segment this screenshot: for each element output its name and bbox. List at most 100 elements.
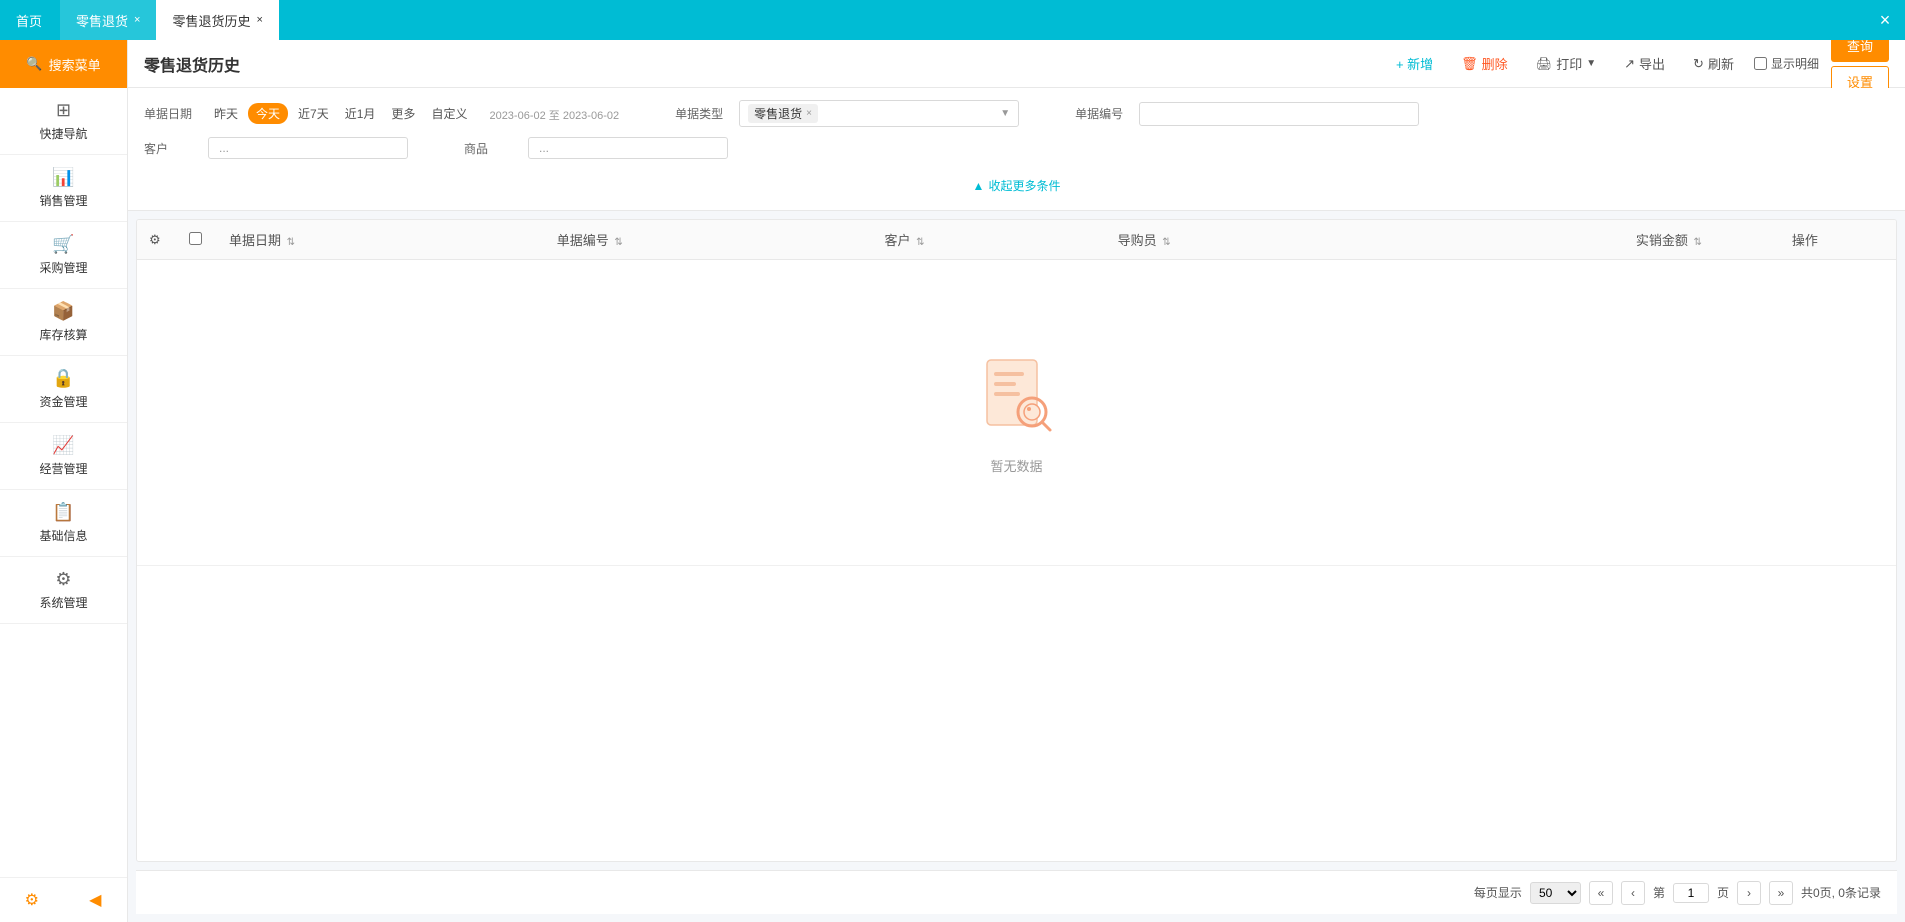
collapse-label: 收起更多条件 [988, 177, 1060, 194]
amount-sort-icon: ⇅ [1693, 237, 1701, 248]
collapse-icon: ▲ [973, 179, 985, 193]
doc-no-input[interactable] [1139, 102, 1419, 126]
show-detail-checkbox[interactable] [1754, 57, 1767, 70]
tab-home-label: 首页 [16, 11, 42, 30]
customer-label: 客户 [144, 140, 192, 157]
sidebar-item-operations[interactable]: 📈 经营管理 [0, 423, 127, 490]
sidebar-item-finance[interactable]: 🔒 资金管理 [0, 356, 127, 423]
sidebar-item-quick-nav[interactable]: ⊞ 快捷导航 [0, 88, 127, 155]
empty-state-icon [972, 350, 1062, 440]
sidebar-item-sales-label: 销售管理 [39, 192, 87, 209]
sidebar-item-basic-info-label: 基础信息 [39, 527, 87, 544]
doc-type-label: 单据类型 [675, 105, 723, 122]
sidebar-item-system-label: 系统管理 [39, 594, 87, 611]
guide-sort-icon: ⇅ [1162, 237, 1170, 248]
date-btn-yesterday[interactable]: 昨天 [208, 103, 244, 124]
page-size-select[interactable]: 50 100 200 [1530, 882, 1581, 904]
th-doc-no[interactable]: 单据编号 ⇅ [545, 220, 873, 260]
data-table: ⚙ 单据日期 ⇅ 单据编号 ⇅ [137, 220, 1896, 566]
next-page-button[interactable]: › [1737, 881, 1761, 905]
empty-state-cell: 暂无数据 [137, 260, 1896, 566]
sidebar-item-inventory[interactable]: 📦 库存核算 [0, 289, 127, 356]
settings-gear-icon: ⚙ [149, 232, 161, 247]
quick-nav-icon: ⊞ [56, 100, 71, 121]
sales-icon: 📊 [52, 167, 74, 188]
sidebar-item-purchase-label: 采购管理 [39, 259, 87, 276]
prev-page-button[interactable]: ‹ [1621, 881, 1645, 905]
collapse-row: ▲ 收起更多条件 [144, 169, 1889, 198]
date-range-buttons: 昨天 今天 近7天 近1月 更多 自定义 [208, 103, 473, 124]
sidebar-settings-button[interactable]: ⚙ [0, 878, 64, 922]
tab-retail-return-history-close[interactable]: × [256, 14, 262, 26]
th-doc-date[interactable]: 单据日期 ⇅ [217, 220, 545, 260]
add-button[interactable]: + 新增 [1388, 50, 1441, 77]
doc-type-select[interactable]: 零售退货 × ▼ [739, 100, 1019, 127]
finance-icon: 🔒 [52, 368, 74, 389]
sidebar-item-basic-info[interactable]: 📋 基础信息 [0, 490, 127, 557]
sidebar-item-inventory-label: 库存核算 [39, 326, 87, 343]
th-customer[interactable]: 客户 ⇅ [873, 220, 1106, 260]
customer-select-button[interactable]: ... [208, 137, 408, 159]
th-settings[interactable]: ⚙ [137, 220, 177, 260]
window-close-button[interactable]: × [1865, 0, 1905, 40]
tab-retail-return[interactable]: 零售退货 × [60, 0, 156, 40]
tab-retail-return-history-label: 零售退货历史 [172, 11, 250, 30]
system-icon: ⚙ [55, 569, 71, 590]
date-btn-7days[interactable]: 近7天 [292, 103, 335, 124]
tab-retail-return-history[interactable]: 零售退货历史 × [156, 0, 278, 40]
table-area: ⚙ 单据日期 ⇅ 单据编号 ⇅ [136, 219, 1897, 862]
page-title: 零售退货历史 [144, 52, 1388, 76]
tab-retail-return-label: 零售退货 [76, 11, 128, 30]
export-icon: ↗ [1624, 56, 1635, 72]
basic-info-icon: 📋 [52, 502, 74, 523]
tab-retail-return-close[interactable]: × [134, 14, 140, 26]
customer-placeholder: ... [219, 141, 229, 155]
sidebar-collapse-button[interactable]: ◀ [64, 878, 128, 922]
select-all-checkbox[interactable] [189, 232, 202, 245]
delete-button[interactable]: 🗑 删除 [1453, 50, 1516, 77]
show-detail-label: 显示明细 [1771, 55, 1819, 72]
export-button[interactable]: ↗ 导出 [1616, 50, 1673, 77]
sidebar-item-operations-label: 经营管理 [39, 460, 87, 477]
doc-type-tag: 零售退货 × [748, 104, 818, 123]
th-guide[interactable]: 导购员 ⇅ [1106, 220, 1386, 260]
date-btn-more[interactable]: 更多 [385, 103, 421, 124]
sidebar-bottom: ⚙ ◀ [0, 877, 127, 922]
customer-sort-icon: ⇅ [916, 237, 924, 248]
tab-home[interactable]: 首页 [0, 0, 58, 40]
sidebar-item-system-mgmt[interactable]: ⚙ 系统管理 [0, 557, 127, 624]
last-page-button[interactable]: » [1769, 881, 1793, 905]
print-button[interactable]: 🖨 打印 ▼ [1528, 50, 1604, 77]
print-dropdown-icon: ▼ [1586, 58, 1596, 69]
search-icon: 🔍 [26, 56, 42, 72]
sidebar-item-finance-label: 资金管理 [39, 393, 87, 410]
table-header-row: ⚙ 单据日期 ⇅ 单据编号 ⇅ [137, 220, 1896, 260]
date-btn-1month[interactable]: 近1月 [339, 103, 382, 124]
sidebar-item-sales-mgmt[interactable]: 📊 销售管理 [0, 155, 127, 222]
date-btn-custom[interactable]: 自定义 [425, 103, 473, 124]
collapse-button[interactable]: ▲ 收起更多条件 [957, 173, 1077, 198]
content-area: 零售退货历史 + 新增 🗑 删除 🖨 打印 ▼ ↗ 导出 ↻ [128, 40, 1905, 922]
inventory-icon: 📦 [52, 301, 74, 322]
first-page-button[interactable]: « [1589, 881, 1613, 905]
sidebar-item-purchase-mgmt[interactable]: 🛒 采购管理 [0, 222, 127, 289]
th-checkbox[interactable] [177, 220, 217, 260]
sidebar-search[interactable]: 🔍 搜索菜单 [0, 40, 127, 88]
pagination-bar: 每页显示 50 100 200 « ‹ 第 页 › » 共0页, 0条记录 [136, 870, 1897, 914]
th-operations: 操作 [1714, 220, 1896, 260]
filter-row-2: 客户 ... 商品 ... [144, 137, 1889, 159]
page-unit: 页 [1717, 884, 1729, 901]
doc-type-tag-text: 零售退货 [754, 105, 802, 122]
date-range-display: 2023-06-02 至 2023-06-02 [489, 105, 619, 123]
sidebar-search-label: 搜索菜单 [49, 55, 101, 74]
page-number-input[interactable] [1673, 883, 1709, 903]
refresh-button[interactable]: ↻ 刷新 [1685, 50, 1742, 77]
show-detail-checkbox-container[interactable]: 显示明细 [1754, 55, 1819, 72]
goods-select-button[interactable]: ... [528, 137, 728, 159]
doc-date-sort-icon: ⇅ [287, 237, 295, 248]
th-actual-amount[interactable]: 实销金额 ⇅ [1386, 220, 1714, 260]
date-btn-today[interactable]: 今天 [248, 103, 288, 124]
doc-no-label: 单据编号 [1075, 105, 1123, 122]
query-button[interactable]: 查询 [1831, 40, 1889, 62]
doc-type-tag-close[interactable]: × [806, 108, 812, 119]
